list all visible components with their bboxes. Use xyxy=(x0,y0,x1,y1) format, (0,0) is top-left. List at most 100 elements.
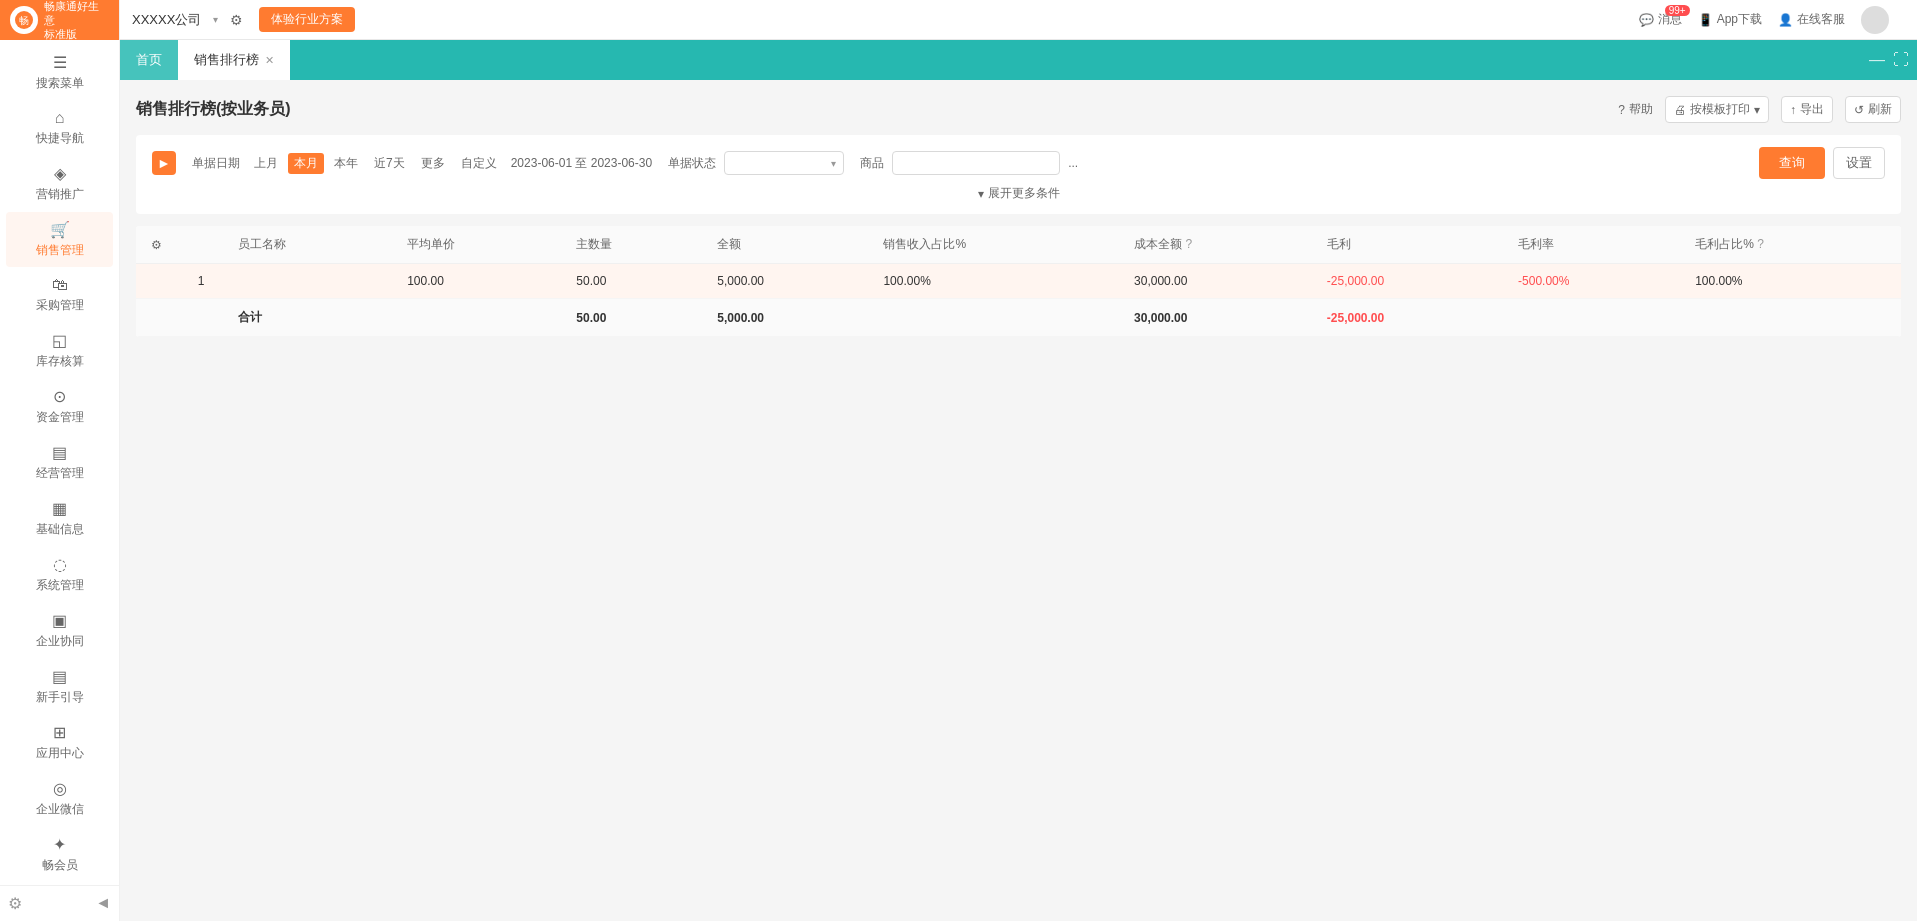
operations-icon: ▤ xyxy=(52,443,67,462)
help-icon: ? xyxy=(1618,103,1625,117)
footer-avg-price xyxy=(395,299,564,337)
close-tab-icon[interactable]: ✕ xyxy=(265,54,274,67)
expand-label: 展开更多条件 xyxy=(988,185,1060,202)
table-footer-row: 合计 50.00 5,000.00 30,000.00 -25,000.00 xyxy=(136,299,1901,337)
footer-collapse-icon[interactable]: ◄ xyxy=(95,894,111,913)
goods-input[interactable] xyxy=(892,151,1060,175)
sidebar-item-operations[interactable]: ▤ 经营管理 xyxy=(6,435,113,490)
sidebar-item-sales-mgmt[interactable]: 🛒 销售管理 xyxy=(6,212,113,267)
date-btn-more[interactable]: 更多 xyxy=(415,153,451,174)
sidebar-item-quick-nav[interactable]: ⌂ 快捷导航 xyxy=(6,101,113,155)
message-button[interactable]: 💬 消息 99+ xyxy=(1639,11,1682,28)
print-button[interactable]: 🖨 按模板打印 ▾ xyxy=(1665,96,1769,123)
sidebar-item-purchase-mgmt[interactable]: 🛍 采购管理 xyxy=(6,268,113,322)
filter-status: 单据状态 xyxy=(668,151,844,175)
sales-mgmt-icon: 🛒 xyxy=(50,220,70,239)
enterprise-wechat-icon: ◎ xyxy=(53,779,67,798)
top-settings-icon[interactable]: ⚙ xyxy=(230,12,243,28)
tab-sales-rank[interactable]: 销售排行榜 ✕ xyxy=(178,40,290,80)
gross-pct-help-icon[interactable]: ? xyxy=(1757,237,1764,251)
table-header-row: ⚙ 员工名称 平均单价 主数量 全额 xyxy=(136,226,1901,264)
col-settings[interactable]: ⚙ xyxy=(136,226,176,264)
page-actions: ? 帮助 🖨 按模板打印 ▾ ↑ 导出 ↺ 刷新 xyxy=(1618,96,1901,123)
online-service-button[interactable]: 👤 在线客服 xyxy=(1778,11,1845,28)
date-btn-last-month[interactable]: 上月 xyxy=(248,153,284,174)
sidebar-item-label: 企业微信 xyxy=(36,801,84,818)
sidebar-item-new-guide[interactable]: ▤ 新手引导 xyxy=(6,659,113,714)
col-gross-pct: 毛利占比% ? xyxy=(1683,226,1901,264)
expand-conditions-button[interactable]: ▾ 展开更多条件 xyxy=(978,185,1060,202)
sidebar-item-marketing[interactable]: ◈ 营销推广 xyxy=(6,156,113,211)
user-avatar[interactable] xyxy=(1861,6,1889,34)
query-button[interactable]: 查询 xyxy=(1759,147,1825,179)
row-gross-pct: 100.00% xyxy=(1683,264,1901,299)
sidebar-footer: ⚙ ◄ xyxy=(0,885,119,921)
refresh-label: 刷新 xyxy=(1868,101,1892,118)
sidebar-item-label: 应用中心 xyxy=(36,745,84,762)
maximize-window-icon[interactable]: ⛶ xyxy=(1893,51,1909,69)
table-body: 1 100.00 50.00 5,000.00 100.00% 30,000.0… xyxy=(136,264,1901,299)
goods-label: 商品 xyxy=(860,155,884,172)
help-button[interactable]: ? 帮助 xyxy=(1618,101,1653,118)
top-bar-right: 💬 消息 99+ 📱 App下载 👤 在线客服 xyxy=(1639,6,1905,34)
sidebar-item-base-info[interactable]: ▦ 基础信息 xyxy=(6,491,113,546)
footer-amount: 5,000.00 xyxy=(705,299,871,337)
sidebar-item-enterprise-collab[interactable]: ▣ 企业协同 xyxy=(6,603,113,658)
setting-button[interactable]: 设置 xyxy=(1833,147,1885,179)
export-label: 导出 xyxy=(1800,101,1824,118)
cost-amount-help-icon[interactable]: ? xyxy=(1185,237,1192,251)
sidebar-item-label: 销售管理 xyxy=(36,242,84,259)
status-select[interactable] xyxy=(724,151,844,175)
sidebar-item-system-mgmt[interactable]: ◌ 系统管理 xyxy=(6,547,113,602)
sales-rank-tab-label: 销售排行榜 xyxy=(194,51,259,69)
date-btn-this-year[interactable]: 本年 xyxy=(328,153,364,174)
sidebar-item-finance[interactable]: ⊙ 资金管理 xyxy=(6,379,113,434)
date-btn-last-7-days[interactable]: 近7天 xyxy=(368,153,411,174)
minimize-window-icon[interactable]: — xyxy=(1869,51,1885,69)
filter-date: 单据日期 上月 本月 本年 近7天 更多 自定义 2023-06-01 至 20… xyxy=(192,153,652,174)
status-select-wrapper xyxy=(724,151,844,175)
status-label: 单据状态 xyxy=(668,155,716,172)
footer-gross-pct xyxy=(1683,299,1901,337)
sales-rank-table: ⚙ 员工名称 平均单价 主数量 全额 xyxy=(136,226,1901,337)
col-sales-pct: 销售收入占比% xyxy=(871,226,1122,264)
logo-icon: 畅 xyxy=(10,6,38,34)
inventory-icon: ◱ xyxy=(52,331,67,350)
date-btn-this-month[interactable]: 本月 xyxy=(288,153,324,174)
sidebar-item-enterprise-wechat[interactable]: ◎ 企业微信 xyxy=(6,771,113,826)
sidebar-item-label: 采购管理 xyxy=(36,297,84,314)
filter-area: ► 单据日期 上月 本月 本年 近7天 更多 自定义 2023-06-01 至 … xyxy=(136,135,1901,214)
sidebar-item-vip[interactable]: ✦ 畅会员 xyxy=(6,827,113,882)
new-guide-icon: ▤ xyxy=(52,667,67,686)
sidebar-item-label: 营销推广 xyxy=(36,186,84,203)
sidebar-item-app-center[interactable]: ⊞ 应用中心 xyxy=(6,715,113,770)
tab-home[interactable]: 首页 xyxy=(120,40,178,80)
refresh-icon: ↺ xyxy=(1854,103,1864,117)
export-button[interactable]: ↑ 导出 xyxy=(1781,96,1833,123)
print-label: 按模板打印 xyxy=(1690,101,1750,118)
more-filters-btn[interactable]: ... xyxy=(1068,156,1078,170)
refresh-button[interactable]: ↺ 刷新 xyxy=(1845,96,1901,123)
main-content: XXXXX公司 ▾ ⚙ 体验行业方案 💬 消息 99+ 📱 App下载 👤 在线… xyxy=(120,0,1917,921)
row-cost-amount: 30,000.00 xyxy=(1122,264,1315,299)
trial-button[interactable]: 体验行业方案 xyxy=(259,7,355,32)
sidebar-item-inventory[interactable]: ◱ 库存核算 xyxy=(6,323,113,378)
row-gross-profit: -25,000.00 xyxy=(1315,264,1506,299)
logo-text: 畅康通好生意 标准版 xyxy=(44,0,109,41)
row-sales-pct: 100.00% xyxy=(871,264,1122,299)
footer-settings-icon[interactable]: ⚙ xyxy=(8,894,22,913)
sidebar-item-label: 资金管理 xyxy=(36,409,84,426)
company-dropdown-icon[interactable]: ▾ xyxy=(213,14,218,25)
sidebar-item-search-order[interactable]: ☰ 搜索菜单 xyxy=(6,45,113,100)
app-center-icon: ⊞ xyxy=(53,723,66,742)
marketing-icon: ◈ xyxy=(54,164,66,183)
footer-total-label: 合计 xyxy=(226,299,395,337)
export-icon: ↑ xyxy=(1790,103,1796,117)
date-btn-custom[interactable]: 自定义 xyxy=(455,153,503,174)
col-cost-amount: 成本全额 ? xyxy=(1122,226,1315,264)
sidebar-item-label: 企业协同 xyxy=(36,633,84,650)
app-download-button[interactable]: 📱 App下载 xyxy=(1698,11,1762,28)
filter-collapse-button[interactable]: ► xyxy=(152,151,176,175)
sidebar-item-label: 快捷导航 xyxy=(36,130,84,147)
expand-icon: ▾ xyxy=(978,187,984,201)
